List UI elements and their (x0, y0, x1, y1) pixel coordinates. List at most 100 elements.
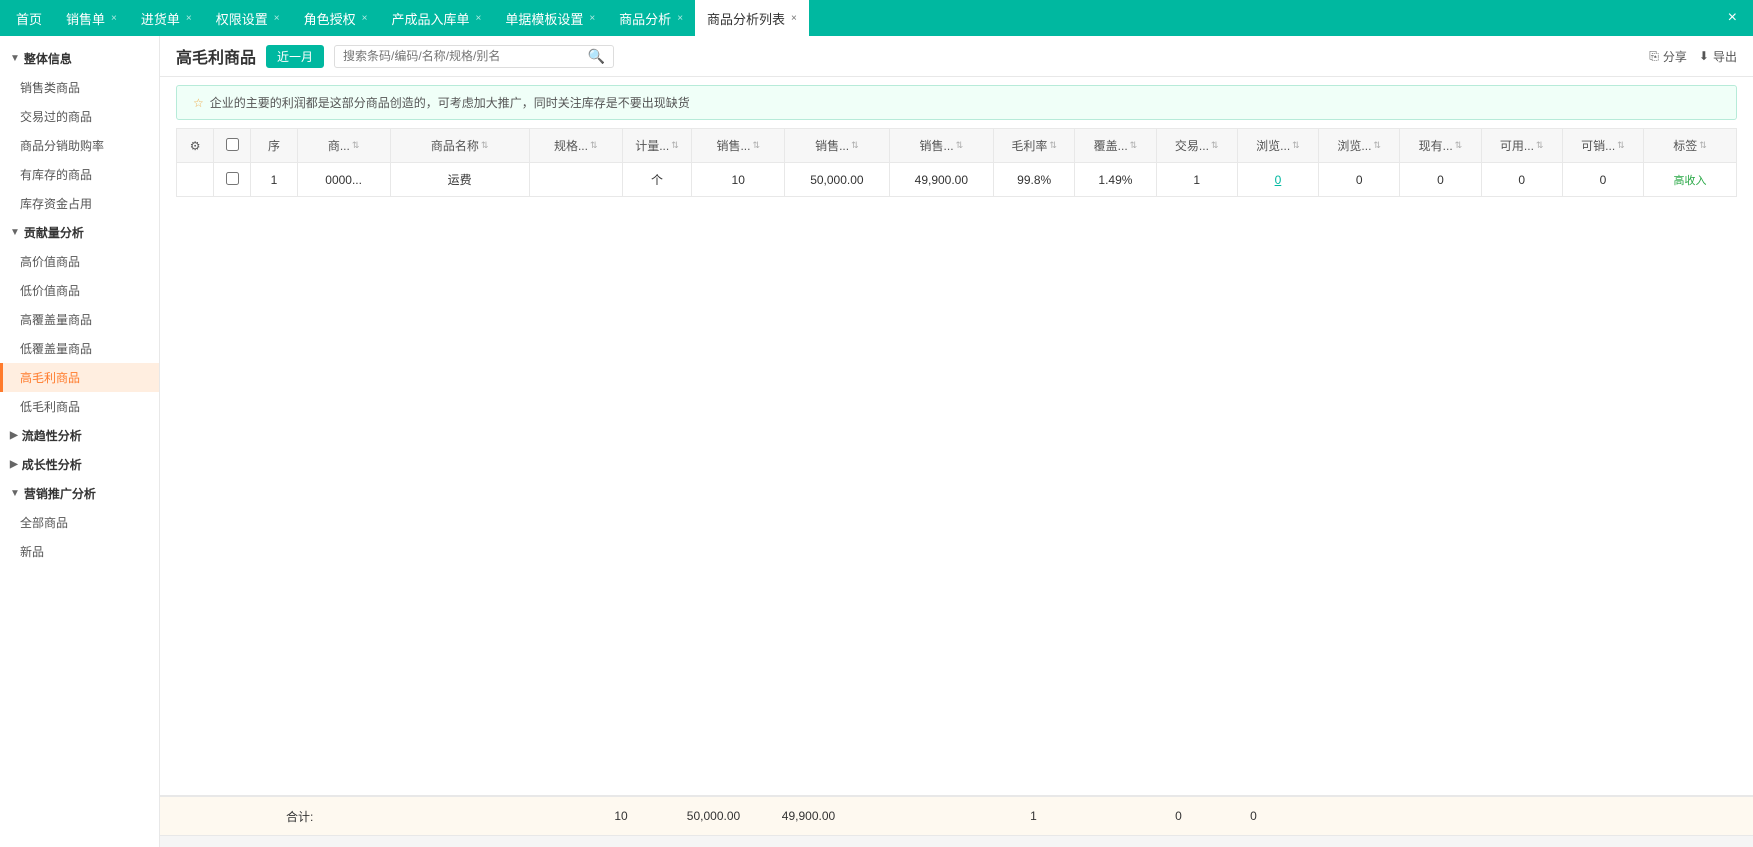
tab-purchase[interactable]: 进货单 × (129, 0, 204, 36)
close-icon[interactable]: × (111, 13, 117, 24)
cell-settings (177, 163, 214, 197)
sidebar-group-marketing[interactable]: ▼ 营销推广分析 (0, 479, 159, 508)
th-sales-qty[interactable]: 销售...⇅ (692, 129, 785, 163)
close-icon[interactable]: × (362, 13, 368, 24)
close-icon[interactable]: × (274, 13, 280, 24)
sidebar-item-new-goods[interactable]: 新品 (0, 537, 159, 566)
sidebar-group-overall[interactable]: ▼ 整体信息 (0, 44, 159, 73)
close-icon[interactable]: × (589, 13, 595, 24)
tab-analysis-list[interactable]: 商品分析列表 × (695, 0, 809, 36)
cell-check[interactable] (214, 163, 251, 197)
arrow-right-icon: ▶ (10, 459, 18, 470)
sidebar-item-traded-goods[interactable]: 交易过的商品 (0, 102, 159, 131)
filter-recent-month-button[interactable]: 近一月 (266, 45, 324, 68)
sidebar-item-low-value[interactable]: 低价值商品 (0, 276, 159, 305)
th-coverage[interactable]: 覆盖...⇅ (1075, 129, 1156, 163)
arrow-icon: ▼ (10, 488, 20, 499)
sort-icon: ⇅ (956, 140, 964, 151)
sort-icon: ⇅ (352, 140, 360, 151)
th-unit[interactable]: 计量...⇅ (622, 129, 692, 163)
arrow-right-icon: ▶ (10, 430, 18, 441)
window-close-button[interactable]: × (1716, 9, 1749, 27)
sort-icon: ⇅ (590, 140, 598, 151)
tab-templates[interactable]: 单据模板设置 × (493, 0, 607, 36)
sidebar-group-contribution[interactable]: ▼ 贡献量分析 (0, 218, 159, 247)
top-nav: 首页 销售单 × 进货单 × 权限设置 × 角色授权 × 产成品入库单 × 单据… (0, 0, 1753, 36)
sort-icon: ⇅ (1699, 140, 1707, 151)
cell-avail: 0 (1481, 163, 1562, 197)
cell-stock: 0 (1400, 163, 1481, 197)
th-tag[interactable]: 标签⇅ (1644, 129, 1737, 163)
th-spec[interactable]: 规格...⇅ (529, 129, 622, 163)
close-icon[interactable]: × (791, 13, 797, 24)
tab-products[interactable]: 产成品入库单 × (379, 0, 493, 36)
sort-icon: ⇅ (671, 140, 679, 151)
sort-icon: ⇅ (1455, 140, 1463, 151)
sort-icon: ⇅ (1373, 140, 1381, 151)
total-stock: 0 (1216, 809, 1291, 823)
th-settings[interactable]: ⚙ (177, 129, 214, 163)
th-sales-amount[interactable]: 销售...⇅ (785, 129, 889, 163)
sidebar-item-sales-goods[interactable]: 销售类商品 (0, 73, 159, 102)
th-name[interactable]: 商品名称⇅ (390, 129, 529, 163)
close-icon[interactable]: × (186, 13, 192, 24)
cell-code: 0000... (297, 163, 390, 197)
sidebar-item-high-margin[interactable]: 高毛利商品 (0, 363, 159, 392)
sort-icon: ⇅ (752, 140, 760, 151)
sidebar-item-all-goods[interactable]: 全部商品 (0, 508, 159, 537)
sort-icon: ⇅ (1211, 140, 1219, 151)
th-avail[interactable]: 可用...⇅ (1481, 129, 1562, 163)
search-icon[interactable]: 🔍 (588, 48, 605, 65)
tab-analysis[interactable]: 商品分析 × (607, 0, 695, 36)
th-check[interactable] (214, 129, 251, 163)
tab-roles[interactable]: 角色授权 × (292, 0, 380, 36)
th-code[interactable]: 商...⇅ (297, 129, 390, 163)
share-button[interactable]: ⎘ 分享 (1649, 48, 1687, 65)
th-stock[interactable]: 现有...⇅ (1400, 129, 1481, 163)
table-wrapper: ⚙ 序 商...⇅ 商品名称⇅ 规格...⇅ 计量... (160, 128, 1753, 795)
th-browse2[interactable]: 浏览...⇅ (1319, 129, 1400, 163)
th-gross-rate[interactable]: 毛利率⇅ (994, 129, 1075, 163)
total-trade: 1 (996, 809, 1071, 823)
th-saleable[interactable]: 可销...⇅ (1562, 129, 1643, 163)
sort-icon: ⇅ (481, 140, 489, 151)
sidebar-group-growth[interactable]: ▶ 成长性分析 (0, 450, 159, 479)
cell-name: 运费 (390, 163, 529, 197)
cell-trade: 1 (1156, 163, 1237, 197)
cell-sales-qty: 10 (692, 163, 785, 197)
export-icon: ⬇ (1699, 49, 1709, 63)
sidebar-item-in-stock[interactable]: 有库存的商品 (0, 160, 159, 189)
close-icon[interactable]: × (475, 13, 481, 24)
cell-seq: 1 (251, 163, 297, 197)
cell-browse1[interactable]: 0 (1237, 163, 1318, 197)
page-title: 高毛利商品 (176, 44, 256, 68)
sidebar-item-distribution-rate[interactable]: 商品分销助购率 (0, 131, 159, 160)
total-browse2: 0 (1141, 809, 1216, 823)
sidebar-item-stock-fund[interactable]: 库存资金占用 (0, 189, 159, 218)
total-sales-qty: 10 (576, 809, 666, 823)
search-input[interactable] (343, 49, 588, 63)
close-icon[interactable]: × (677, 13, 683, 24)
sidebar-item-low-margin[interactable]: 低毛利商品 (0, 392, 159, 421)
horizontal-scrollbar[interactable] (160, 835, 1753, 847)
sidebar-group-flow[interactable]: ▶ 流趋性分析 (0, 421, 159, 450)
cell-browse2: 0 (1319, 163, 1400, 197)
export-button[interactable]: ⬇ 导出 (1699, 48, 1737, 65)
th-trade[interactable]: 交易...⇅ (1156, 129, 1237, 163)
th-browse1[interactable]: 浏览...⇅ (1237, 129, 1318, 163)
row-checkbox[interactable] (226, 172, 239, 185)
table-row: 1 0000... 运费 个 10 50,000.00 49,900.00 99… (177, 163, 1737, 197)
sort-icon: ⇅ (851, 140, 859, 151)
sort-icon: ⇅ (1130, 140, 1138, 151)
tab-permissions[interactable]: 权限设置 × (204, 0, 292, 36)
cell-unit: 个 (622, 163, 692, 197)
sidebar-item-high-value[interactable]: 高价值商品 (0, 247, 159, 276)
tab-sales[interactable]: 销售单 × (54, 0, 129, 36)
sidebar-item-high-coverage[interactable]: 高覆盖量商品 (0, 305, 159, 334)
tab-home[interactable]: 首页 (4, 0, 54, 36)
sort-icon: ⇅ (1617, 140, 1625, 151)
info-banner: ☆ 企业的主要的利润都是这部分商品创造的，可考虑加大推广，同时关注库存是不要出现… (176, 85, 1737, 120)
th-sales-profit[interactable]: 销售...⇅ (889, 129, 993, 163)
sidebar-item-low-coverage[interactable]: 低覆盖量商品 (0, 334, 159, 363)
select-all-checkbox[interactable] (226, 138, 239, 151)
